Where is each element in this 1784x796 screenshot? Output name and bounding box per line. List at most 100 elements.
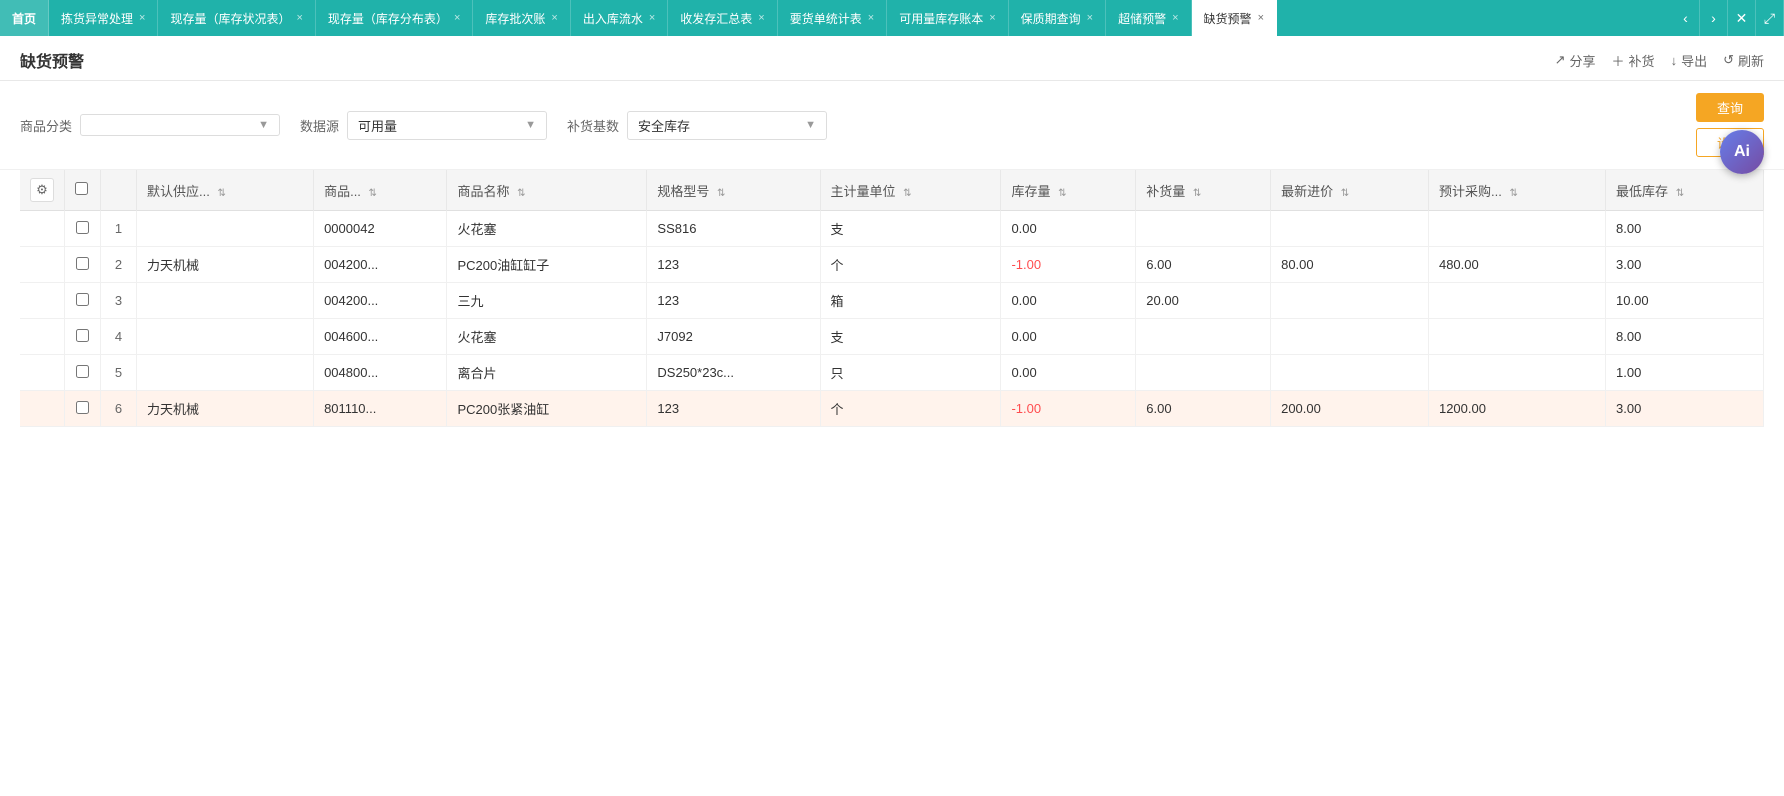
row-checkbox-cell[interactable] <box>65 247 101 283</box>
page-header: 缺货预警 ↗ 分享 ＋ 补货 ↓ 导出 ↺ 刷新 <box>0 36 1784 81</box>
col-restock-qty[interactable]: 补货量 ⇅ <box>1136 170 1271 211</box>
tab-order-stat[interactable]: 要货单统计表 × <box>778 0 887 36</box>
row-checkbox[interactable] <box>76 221 89 234</box>
restock-base-select[interactable]: 安全库存 ▼ <box>627 111 827 140</box>
header-actions: ↗ 分享 ＋ 补货 ↓ 导出 ↺ 刷新 <box>1555 51 1764 70</box>
row-product-name: PC200油缸缸子 <box>447 247 647 283</box>
table-row[interactable]: 5 004800... 离合片 DS250*23c... 只 0.00 1.00 <box>20 355 1764 391</box>
row-unit: 个 <box>820 391 1001 427</box>
row-gear-cell <box>20 355 65 391</box>
sort-product-name-icon: ⇅ <box>517 188 525 199</box>
sort-spec-icon: ⇅ <box>717 188 725 199</box>
table-row[interactable]: 1 0000042 火花塞 SS816 支 0.00 8.00 <box>20 211 1764 247</box>
tab-flow[interactable]: 出入库流水 × <box>571 0 668 36</box>
row-checkbox[interactable] <box>76 401 89 414</box>
category-select[interactable]: ▼ <box>80 114 280 136</box>
col-spec[interactable]: 规格型号 ⇅ <box>647 170 820 211</box>
col-num <box>101 170 137 211</box>
row-product-code: 004600... <box>314 319 447 355</box>
row-checkbox[interactable] <box>76 329 89 342</box>
table-row[interactable]: 6 力天机械 801110... PC200张紧油缸 123 个 -1.00 6… <box>20 391 1764 427</box>
share-button[interactable]: ↗ 分享 <box>1555 51 1596 70</box>
category-filter-group: 商品分类 ▼ <box>20 114 280 136</box>
select-all-checkbox[interactable] <box>75 182 88 195</box>
tab-close-expiry[interactable]: × <box>1087 12 1093 24</box>
row-product-name: PC200张紧油缸 <box>447 391 647 427</box>
row-spec: 123 <box>647 391 820 427</box>
col-estimated-purchase[interactable]: 预计采购... ⇅ <box>1428 170 1605 211</box>
row-restock-qty: 6.00 <box>1136 247 1271 283</box>
restock-base-value: 安全库存 <box>638 116 690 135</box>
row-min-stock: 3.00 <box>1606 247 1764 283</box>
tab-close-abnormal[interactable]: × <box>139 12 145 24</box>
tab-home[interactable]: 首页 <box>0 0 49 36</box>
row-checkbox-cell[interactable] <box>65 355 101 391</box>
ai-badge[interactable]: Ai <box>1720 130 1764 174</box>
row-product-code: 004800... <box>314 355 447 391</box>
tab-close-collection[interactable]: × <box>758 12 764 24</box>
col-default-supplier[interactable]: 默认供应... ⇅ <box>137 170 314 211</box>
col-product-code[interactable]: 商品... ⇅ <box>314 170 447 211</box>
col-min-stock[interactable]: 最低库存 ⇅ <box>1606 170 1764 211</box>
column-settings-icon[interactable]: ⚙ <box>30 178 54 202</box>
restock-icon: ＋ <box>1612 51 1625 70</box>
tab-close-available[interactable]: × <box>989 12 995 24</box>
row-checkbox-cell[interactable] <box>65 391 101 427</box>
row-min-stock: 8.00 <box>1606 319 1764 355</box>
col-unit[interactable]: 主计量单位 ⇅ <box>820 170 1001 211</box>
restock-button[interactable]: ＋ 补货 <box>1612 51 1655 70</box>
tab-close-all-btn[interactable]: ✕ <box>1728 0 1756 36</box>
row-estimated-purchase <box>1428 319 1605 355</box>
col-stock[interactable]: 库存量 ⇅ <box>1001 170 1136 211</box>
query-button[interactable]: 查询 <box>1696 93 1764 122</box>
category-dropdown-icon: ▼ <box>258 119 269 131</box>
row-default-supplier: 力天机械 <box>137 391 314 427</box>
tab-expand-btn[interactable]: ⤢ <box>1756 0 1784 36</box>
col-latest-price[interactable]: 最新进价 ⇅ <box>1271 170 1429 211</box>
row-product-code: 0000042 <box>314 211 447 247</box>
sort-restock-qty-icon: ⇅ <box>1193 188 1201 199</box>
row-min-stock: 8.00 <box>1606 211 1764 247</box>
row-checkbox-cell[interactable] <box>65 283 101 319</box>
tab-close-order-stat[interactable]: × <box>868 12 874 24</box>
tab-next-btn[interactable]: › <box>1700 0 1728 36</box>
tab-close-overstock[interactable]: × <box>1172 12 1178 24</box>
tab-available[interactable]: 可用量库存账本 × <box>887 0 1008 36</box>
row-stock: 0.00 <box>1001 355 1136 391</box>
tab-batch-account[interactable]: 库存批次账 × <box>473 0 570 36</box>
table-row[interactable]: 4 004600... 火花塞 J7092 支 0.00 8.00 <box>20 319 1764 355</box>
tab-close-flow[interactable]: × <box>649 12 655 24</box>
tab-close-batch-account[interactable]: × <box>551 12 557 24</box>
row-gear-cell <box>20 247 65 283</box>
export-button[interactable]: ↓ 导出 <box>1671 51 1708 70</box>
row-spec: DS250*23c... <box>647 355 820 391</box>
row-checkbox[interactable] <box>76 365 89 378</box>
tab-overstock[interactable]: 超储预警 × <box>1106 0 1191 36</box>
row-checkbox[interactable] <box>76 293 89 306</box>
tab-inventory-status[interactable]: 现存量（库存状况表） × <box>158 0 315 36</box>
table-row[interactable]: 2 力天机械 004200... PC200油缸缸子 123 个 -1.00 6… <box>20 247 1764 283</box>
datasource-select[interactable]: 可用量 ▼ <box>347 111 547 140</box>
row-checkbox[interactable] <box>76 257 89 270</box>
col-product-name[interactable]: 商品名称 ⇅ <box>447 170 647 211</box>
tab-shortage[interactable]: 缺货预警 × <box>1192 0 1277 36</box>
filter-bar: 商品分类 ▼ 数据源 可用量 ▼ 补货基数 安全库存 ▼ 查询 设置 <box>0 81 1784 170</box>
row-checkbox-cell[interactable] <box>65 211 101 247</box>
refresh-button[interactable]: ↺ 刷新 <box>1723 51 1764 70</box>
tab-close-inventory-dist[interactable]: × <box>454 12 460 24</box>
tab-collection[interactable]: 收发存汇总表 × <box>668 0 777 36</box>
restock-base-dropdown-icon: ▼ <box>805 119 816 131</box>
tab-prev-btn[interactable]: ‹ <box>1672 0 1700 36</box>
table-row[interactable]: 3 004200... 三九 123 箱 0.00 20.00 10.00 <box>20 283 1764 319</box>
col-gear: ⚙ <box>20 170 65 211</box>
row-unit: 支 <box>820 319 1001 355</box>
row-latest-price <box>1271 211 1429 247</box>
tab-close-inventory-status[interactable]: × <box>296 12 302 24</box>
col-checkbox <box>65 170 101 211</box>
tab-close-shortage[interactable]: × <box>1258 12 1264 24</box>
row-checkbox-cell[interactable] <box>65 319 101 355</box>
tab-inventory-dist[interactable]: 现存量（库存分布表） × <box>316 0 473 36</box>
row-num: 1 <box>101 211 137 247</box>
tab-abnormal[interactable]: 拣货异常处理 × <box>49 0 158 36</box>
tab-expiry[interactable]: 保质期查询 × <box>1009 0 1106 36</box>
